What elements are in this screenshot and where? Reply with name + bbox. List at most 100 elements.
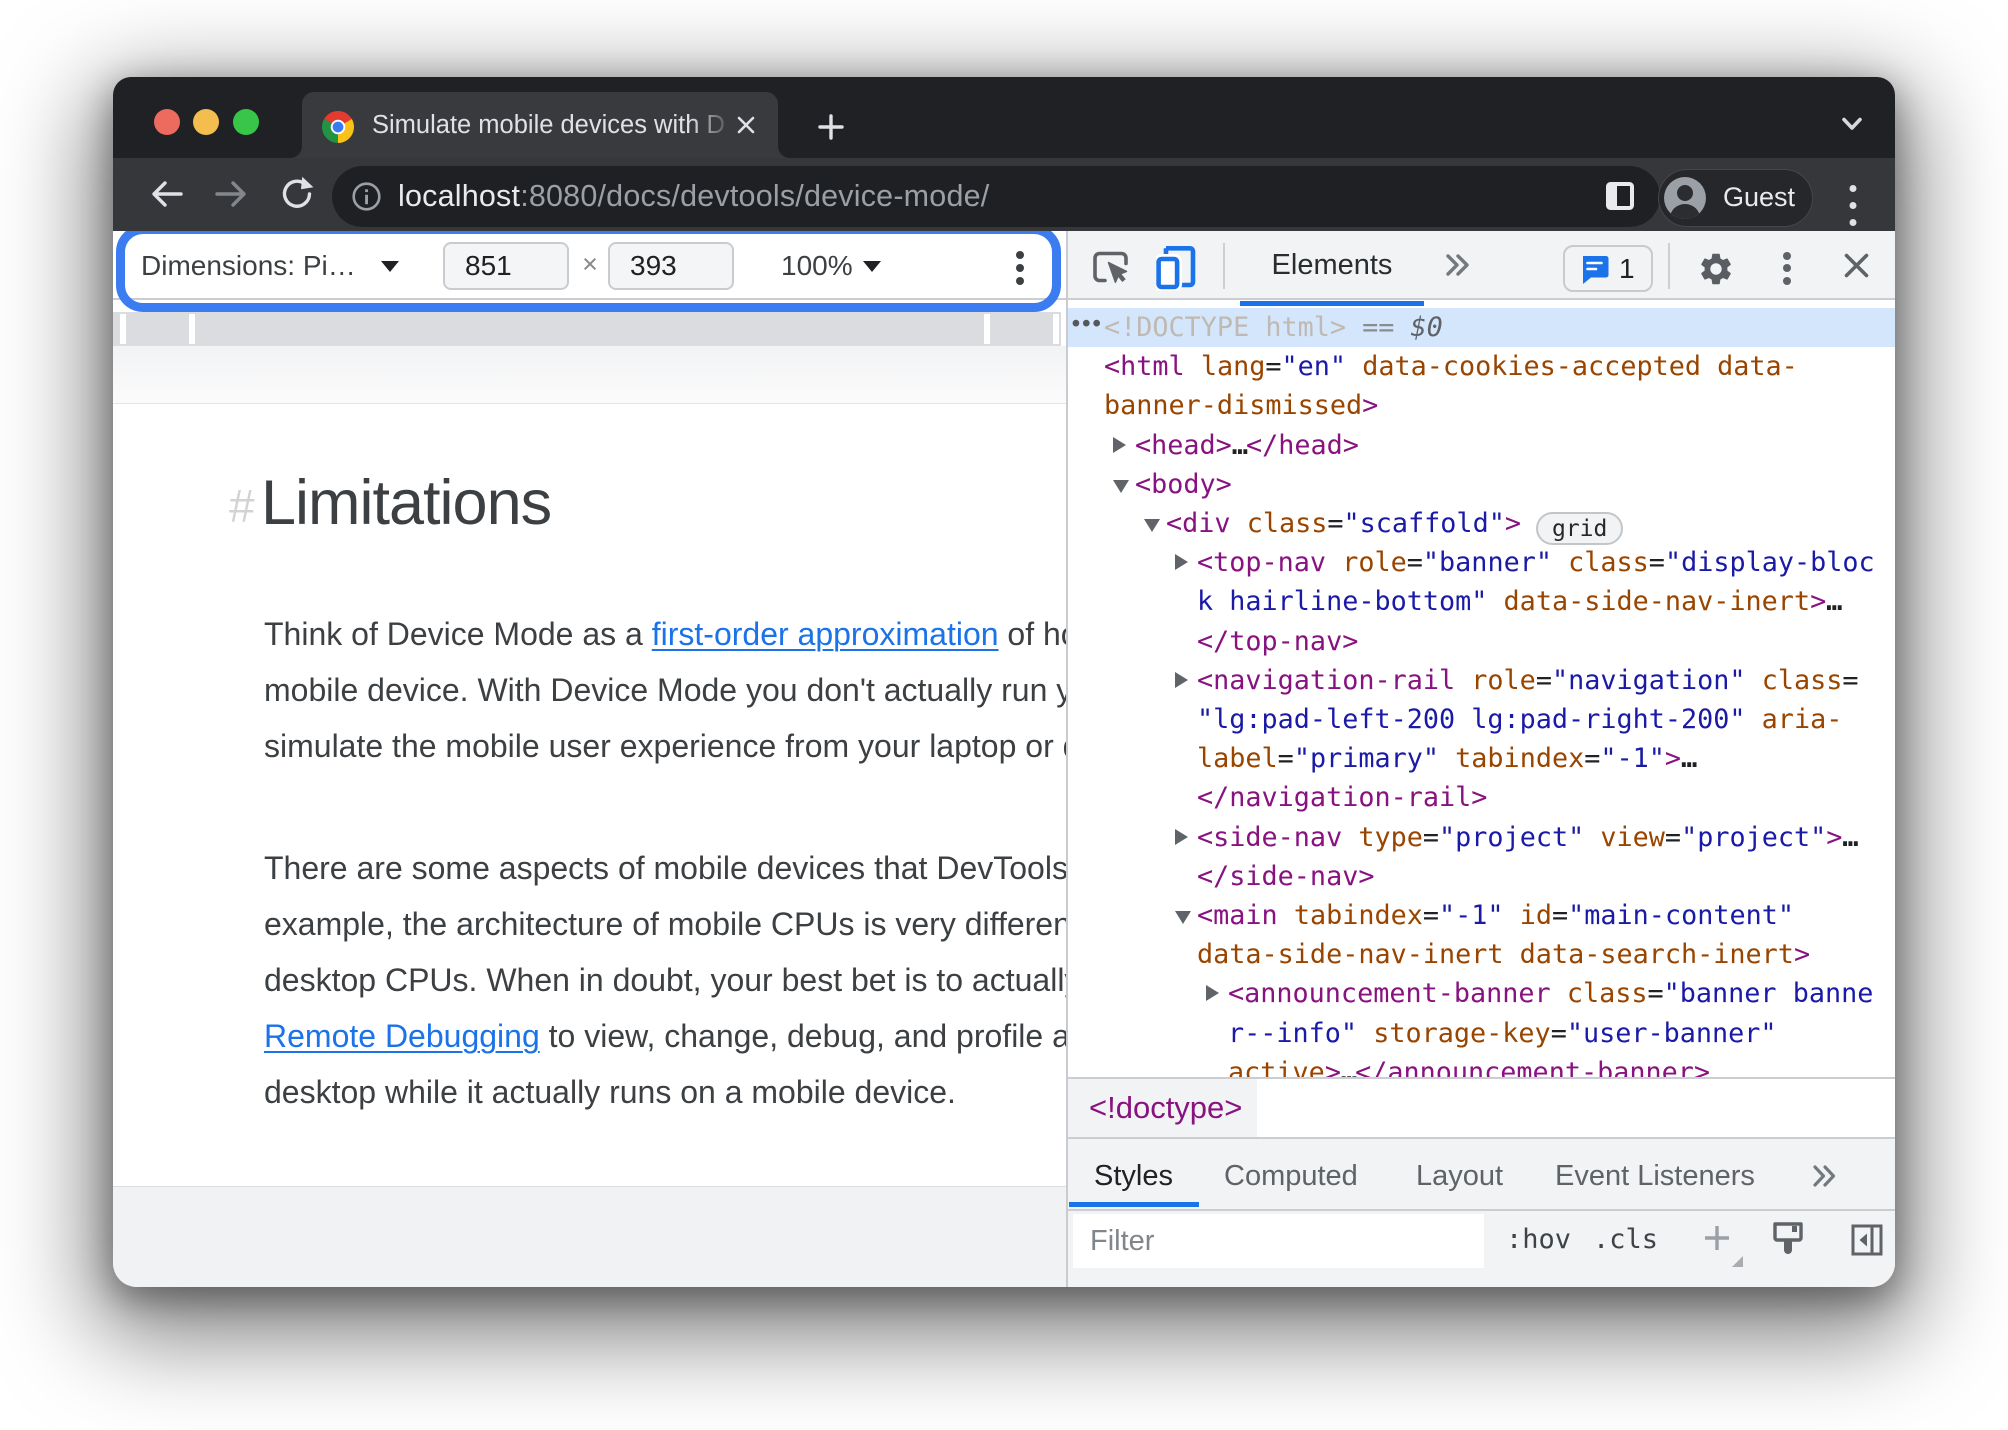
more-tabs-icon[interactable] [1445, 253, 1471, 277]
heading-anchor-hash[interactable]: # [229, 479, 255, 533]
dom-tree-row[interactable]: <html lang="en" data-cookies-accepted da… [1068, 347, 1895, 386]
expand-arrow-icon[interactable] [1113, 436, 1126, 453]
code-token-val: "navigation" [1551, 664, 1746, 696]
dimensions-times: × [582, 249, 598, 279]
side-panel-icon[interactable] [1606, 182, 1634, 210]
issues-button[interactable]: 1 [1563, 245, 1653, 292]
dom-tree-row[interactable]: <navigation-rail role="navigation" class… [1068, 661, 1895, 700]
profile-button[interactable]: Guest [1658, 169, 1813, 227]
devtools-close-icon[interactable] [1844, 253, 1869, 278]
tab-layout[interactable]: Layout [1416, 1139, 1503, 1209]
breadcrumb-doctype[interactable]: <!doctype> [1068, 1079, 1257, 1137]
device-height-input[interactable]: 393 [608, 242, 734, 290]
settings-gear-icon[interactable] [1697, 250, 1735, 288]
dom-tree-row[interactable]: </top-nav> [1068, 622, 1895, 661]
code-token-pln [1504, 900, 1520, 931]
code-token-val: "primary" [1293, 743, 1440, 775]
device-width-input[interactable]: 851 [443, 242, 569, 290]
tab-close-icon[interactable] [736, 115, 756, 135]
zoom-select[interactable]: 100% [781, 231, 853, 300]
code-token-tag: </top-nav> [1197, 625, 1359, 657]
styles-filter-row: Filter :hov .cls [1068, 1209, 1895, 1287]
media-query-bar[interactable] [113, 312, 1061, 346]
device-canvas-top [113, 346, 1067, 403]
reload-button[interactable] [278, 175, 316, 213]
new-style-rule-icon[interactable] [1701, 1222, 1745, 1268]
browser-tab[interactable]: Simulate mobile devices with D [290, 92, 790, 158]
url-bar[interactable]: localhost:8080/docs/devtools/device-mode… [332, 166, 1660, 227]
code-token-pln [1346, 351, 1362, 382]
browser-window: Simulate mobile devices with D localhost… [113, 77, 1895, 1287]
tab-elements[interactable]: Elements [1240, 231, 1424, 300]
new-tab-button[interactable] [817, 113, 845, 141]
toggle-cls-button[interactable]: .cls [1593, 1213, 1658, 1269]
dom-node-code: <html lang="en" data-cookies-accepted da… [1104, 347, 1798, 386]
grid-badge[interactable]: grid [1535, 512, 1624, 545]
code-token-pln [1746, 665, 1762, 696]
collapse-arrow-icon[interactable] [1144, 519, 1160, 532]
traffic-zoom-button[interactable] [233, 108, 259, 135]
site-info-icon[interactable] [352, 182, 381, 211]
expand-arrow-icon[interactable] [1175, 554, 1188, 571]
code-token-ell: … [1681, 743, 1697, 775]
device-toolbar-toggle-icon[interactable] [1156, 244, 1197, 291]
code-token-tag: > [1324, 1056, 1341, 1077]
code-token-pln [1584, 822, 1600, 853]
devtools-menu-button[interactable] [1780, 252, 1794, 285]
sidebar-more-tabs-icon[interactable] [1812, 1165, 1838, 1187]
tab-event-listeners[interactable]: Event Listeners [1555, 1139, 1755, 1209]
code-token-att: data-cookies-accepted [1362, 351, 1701, 383]
styles-filter-input[interactable]: Filter [1073, 1214, 1484, 1268]
collapse-arrow-icon[interactable] [1113, 479, 1129, 493]
code-token-tag: <body> [1135, 468, 1232, 500]
text-link[interactable]: Remote Debugging [264, 1018, 540, 1054]
dom-tree-row[interactable]: <body> [1068, 465, 1895, 504]
code-token-att: view [1600, 821, 1665, 853]
devtools-toolbar: Elements 1 [1068, 231, 1895, 306]
dom-tree-row[interactable]: data-side-nav-inert data-search-inert> [1068, 935, 1895, 974]
dom-tree-row[interactable]: <top-nav role="banner" class="display-bl… [1068, 543, 1895, 582]
dom-tree-row[interactable]: </navigation-rail> [1068, 778, 1895, 817]
tab-search-chevron-icon[interactable] [1842, 117, 1862, 131]
dom-tree-row[interactable]: "lg:pad-left-200 lg:pad-right-200" aria- [1068, 700, 1895, 739]
traffic-close-button[interactable] [154, 108, 180, 135]
rendering-brush-icon[interactable] [1772, 1221, 1804, 1261]
expand-arrow-icon[interactable] [1175, 828, 1188, 845]
code-token-pln [1439, 743, 1455, 774]
toolbar-divider [1668, 243, 1670, 289]
dom-tree-row[interactable]: <announcement-banner class="banner banne [1068, 974, 1895, 1013]
chrome-logo-icon [322, 111, 354, 143]
browser-menu-button[interactable] [1846, 183, 1860, 229]
back-button[interactable] [148, 175, 186, 213]
toggle-hov-button[interactable]: :hov [1506, 1213, 1571, 1269]
dom-tree-row[interactable]: active>…</announcement-banner> [1068, 1053, 1895, 1077]
dom-tree-row[interactable]: label="primary" tabindex="-1">… [1068, 739, 1895, 778]
code-token-tag: > [1810, 586, 1827, 618]
code-token-tag: > [1362, 390, 1379, 422]
dom-tree-row-selected[interactable]: ••• <!DOCTYPE html> == $0 [1068, 308, 1895, 348]
tab-computed[interactable]: Computed [1224, 1139, 1358, 1209]
device-toolbar-menu-button[interactable] [1013, 248, 1027, 288]
dom-tree-row[interactable]: <main tabindex="-1" id="main-content" [1068, 896, 1895, 935]
expand-arrow-icon[interactable] [1206, 985, 1219, 1002]
device-mode-pane: Dimensions: Pi… 851 × 393 100% # Limitat… [113, 231, 1067, 1287]
code-token-val: "display-bloc [1664, 547, 1875, 579]
dom-tree-row[interactable]: r--info" storage-key="user-banner" [1068, 1014, 1895, 1053]
dimensions-select[interactable]: Dimensions: Pi… [141, 231, 356, 300]
traffic-minimize-button[interactable] [193, 108, 219, 135]
forward-button[interactable] [212, 175, 250, 213]
code-token-pln: = [1648, 547, 1665, 579]
expand-arrow-icon[interactable] [1175, 671, 1188, 688]
dom-tree-row[interactable]: k hairline-bottom" data-side-nav-inert>… [1068, 582, 1895, 621]
dom-tree-row[interactable]: <div class="scaffold"> grid [1068, 504, 1895, 545]
toggle-sidebar-icon[interactable] [1851, 1224, 1883, 1256]
dom-tree-row[interactable]: </side-nav> [1068, 857, 1895, 896]
dom-tree-row[interactable]: <side-nav type="project" view="project">… [1068, 818, 1895, 857]
code-token-tag: <html [1104, 351, 1185, 383]
text-link[interactable]: first-order approximation [652, 616, 999, 652]
dom-tree-row[interactable]: <head>…</head> [1068, 426, 1895, 465]
inspect-element-icon[interactable] [1092, 250, 1130, 288]
dom-tree-row[interactable]: banner-dismissed> [1068, 386, 1895, 425]
collapse-arrow-icon[interactable] [1175, 911, 1191, 924]
tab-styles[interactable]: Styles [1094, 1139, 1173, 1209]
